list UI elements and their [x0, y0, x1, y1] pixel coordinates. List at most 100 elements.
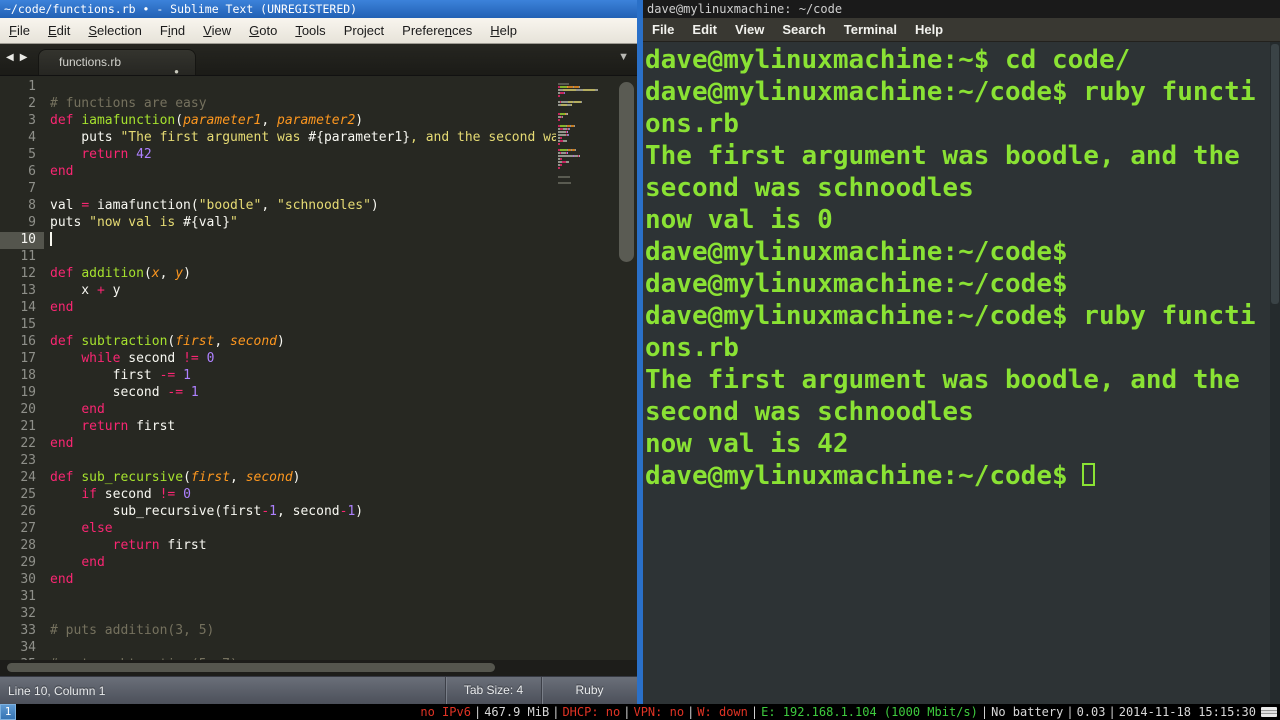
line-number: 7 [28, 181, 36, 196]
code-line[interactable]: 26 sub_recursive(first-1, second-1) [0, 504, 556, 521]
code-line-text: second -= 1 [50, 385, 199, 400]
sublime-window: ~/code/functions.rb • - Sublime Text (UN… [0, 0, 637, 704]
terminal-menu-help[interactable]: Help [906, 22, 952, 37]
tab-functions-rb[interactable]: functions.rb ● [38, 49, 196, 76]
code-line[interactable]: 24 def sub_recursive(first, second) [0, 470, 556, 487]
menu-edit[interactable]: Edit [39, 23, 79, 38]
code-line[interactable]: 8 val = iamafunction("boodle", "schnoodle… [0, 198, 556, 215]
line-number: 15 [20, 317, 36, 332]
terminal-row: dave@mylinuxmachine:~/code$ ruby functi [645, 77, 1256, 107]
code-line[interactable]: 25 if second != 0 [0, 487, 556, 504]
terminal-scroll-thumb[interactable] [1271, 44, 1279, 304]
minimap[interactable] [558, 80, 598, 185]
code-line[interactable]: 27 else [0, 521, 556, 538]
tab-list-icon[interactable]: ▼ [618, 51, 629, 63]
sublime-titlebar[interactable]: ~/code/functions.rb • - Sublime Text (UN… [0, 0, 637, 18]
code-line[interactable]: 2 # functions are easy [0, 96, 556, 113]
status-segment: VPN: no [633, 705, 685, 719]
code-line[interactable]: 11 [0, 249, 556, 266]
terminal-output[interactable]: dave@mylinuxmachine:~$ cd code/dave@myli… [643, 42, 1270, 704]
terminal-row: The first argument was boodle, and the [645, 141, 1240, 171]
code-line-text: end [81, 402, 105, 417]
terminal-menubar: File Edit View Search Terminal Help [643, 18, 1280, 42]
code-line-text: return first [81, 419, 176, 434]
code-line[interactable]: 17 while second != 0 [0, 351, 556, 368]
code-editor[interactable]: 1 2 # functions are easy 3 def iamafunction(… [0, 76, 637, 660]
tab-size-indicator[interactable]: Tab Size: 4 [445, 677, 541, 704]
code-line[interactable]: 31 [0, 589, 556, 606]
terminal-row: The first argument was boodle, and the [645, 365, 1240, 395]
desktop: ~/code/functions.rb • - Sublime Text (UN… [0, 0, 1280, 720]
tab-prev-icon[interactable]: ◀ [6, 52, 20, 63]
editor-horizontal-scrollbar[interactable] [0, 660, 637, 676]
line-number: 18 [20, 368, 36, 383]
line-number: 5 [28, 147, 36, 162]
status-segment: DHCP: no [562, 705, 621, 719]
code-line[interactable]: 30 end [0, 572, 556, 589]
code-line[interactable]: 3 def iamafunction(parameter1, parameter2… [0, 113, 556, 130]
tab-label: functions.rb [59, 55, 122, 69]
line-number: 22 [20, 436, 36, 451]
tab-next-icon[interactable]: ▶ [20, 52, 34, 63]
menu-find[interactable]: Find [151, 23, 194, 38]
code-line[interactable]: 33 # puts addition(3, 5) [0, 623, 556, 640]
code-line[interactable]: 9 puts "now val is #{val}" [0, 215, 556, 232]
code-line[interactable]: 29 end [0, 555, 556, 572]
line-number: 32 [20, 606, 36, 621]
menu-project[interactable]: Project [335, 23, 393, 38]
terminal-menu-file[interactable]: File [643, 22, 683, 37]
line-number: 25 [20, 487, 36, 502]
code-line[interactable]: 18 first -= 1 [0, 368, 556, 385]
code-line[interactable]: 16 def subtraction(first, second) [0, 334, 556, 351]
menu-view[interactable]: View [194, 23, 240, 38]
terminal-titlebar[interactable]: dave@mylinuxmachine: ~/code [643, 0, 1280, 18]
menu-goto[interactable]: Goto [240, 23, 286, 38]
line-number: 10 [0, 232, 44, 249]
menu-tools[interactable]: Tools [286, 23, 334, 38]
code-line[interactable]: 15 [0, 317, 556, 334]
editor-vertical-scrollbar[interactable] [619, 82, 634, 262]
terminal-scrollbar[interactable] [1270, 42, 1280, 704]
code-line[interactable]: 5 return 42 [0, 147, 556, 164]
code-line[interactable]: 21 return first [0, 419, 556, 436]
code-line[interactable]: 23 [0, 453, 556, 470]
line-number: 24 [20, 470, 36, 485]
line-number: 6 [28, 164, 36, 179]
menu-selection[interactable]: Selection [79, 23, 150, 38]
line-number: 14 [20, 300, 36, 315]
code-line-text: end [50, 572, 74, 587]
code-line[interactable]: 20 end [0, 402, 556, 419]
menu-help[interactable]: Help [481, 23, 526, 38]
code-line-text: return 42 [81, 147, 152, 162]
terminal-menu-view[interactable]: View [726, 22, 773, 37]
code-line[interactable]: 22 end [0, 436, 556, 453]
code-line[interactable]: 10 [0, 232, 556, 249]
code-line[interactable]: 7 [0, 181, 556, 198]
code-line[interactable]: 6 end [0, 164, 556, 181]
tab-scroll-arrows[interactable]: ◀▶ [6, 52, 33, 63]
menu-preferences[interactable]: Preferences [393, 23, 481, 38]
code-line[interactable]: 32 [0, 606, 556, 623]
menu-file[interactable]: File [0, 23, 39, 38]
code-line-text: puts "now val is #{val}" [50, 215, 238, 230]
terminal-menu-edit[interactable]: Edit [683, 22, 726, 37]
workspace-indicator[interactable]: 1 [0, 704, 16, 720]
code-line[interactable]: 4 puts "The first argument was #{paramet… [0, 130, 556, 147]
status-segment: No battery [991, 705, 1064, 719]
code-line[interactable]: 19 second -= 1 [0, 385, 556, 402]
code-line-text: if second != 0 [81, 487, 191, 502]
cursor-position: Line 10, Column 1 [8, 683, 106, 698]
terminal-menu-search[interactable]: Search [773, 22, 834, 37]
hscroll-thumb[interactable] [7, 663, 495, 672]
code-line[interactable]: 14 end [0, 300, 556, 317]
code-line[interactable]: 28 return first [0, 538, 556, 555]
code-line[interactable]: 13 x + y [0, 283, 556, 300]
line-number: 1 [28, 79, 36, 94]
syntax-indicator[interactable]: Ruby [541, 677, 637, 704]
code-line[interactable]: 1 [0, 79, 556, 96]
status-segment: no IPv6 [420, 705, 471, 719]
code-line[interactable]: 34 [0, 640, 556, 657]
terminal-menu-terminal[interactable]: Terminal [835, 22, 906, 37]
code-line[interactable]: 12 def addition(x, y) [0, 266, 556, 283]
